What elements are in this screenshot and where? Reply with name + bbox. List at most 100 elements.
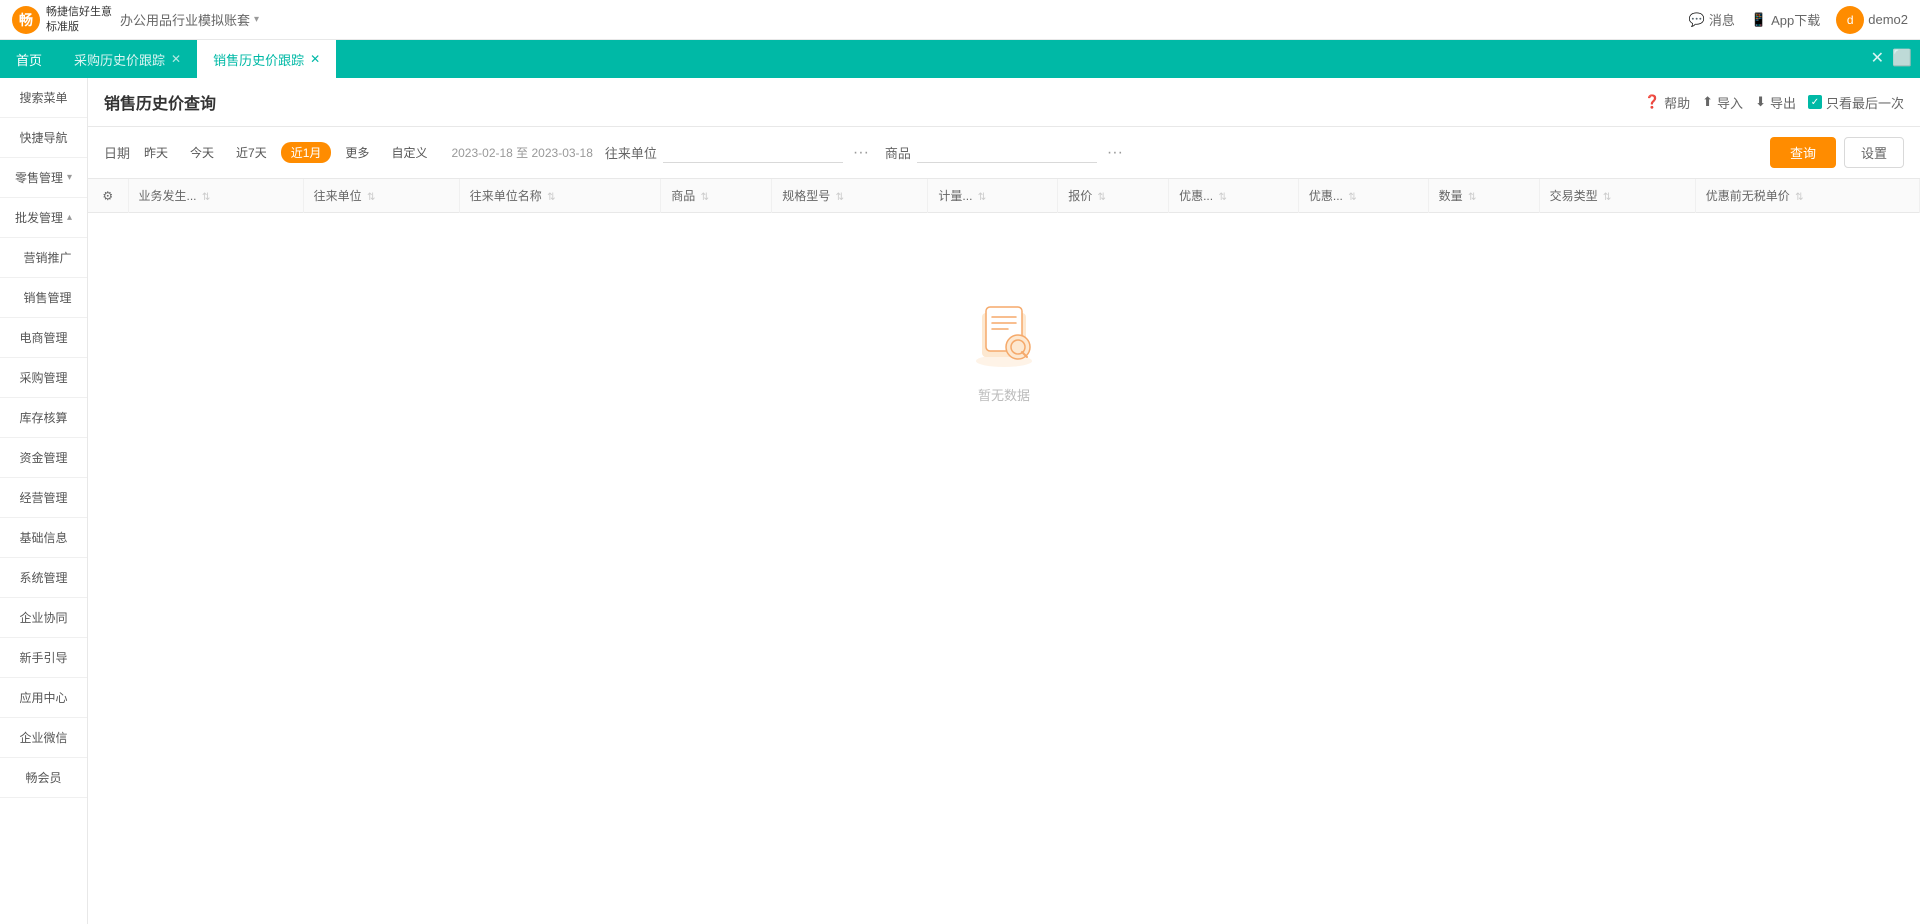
sort-icon: ⇅ <box>547 192 555 203</box>
col-unit[interactable]: 计量... ⇅ <box>928 179 1058 213</box>
query-button[interactable]: 查询 <box>1770 137 1836 168</box>
date-btn-more[interactable]: 更多 <box>337 142 377 163</box>
col-trade-type[interactable]: 交易类型 ⇅ <box>1539 179 1695 213</box>
sidebar-item-capital[interactable]: 资金管理 <box>0 438 87 478</box>
tab-home[interactable]: 首页 <box>0 40 58 78</box>
import-btn[interactable]: ⬆ 导入 <box>1702 93 1743 112</box>
logo-icon: 畅 <box>12 6 40 34</box>
close-tab-btn[interactable]: ✕ <box>1871 51 1884 67</box>
export-btn[interactable]: ⬇ 导出 <box>1755 93 1796 112</box>
sidebar-item-enterprise-wechat[interactable]: 企业微信 <box>0 718 87 758</box>
message-action[interactable]: 💬 消息 <box>1689 10 1735 29</box>
sort-icon: ⇅ <box>701 192 709 203</box>
sort-icon: ⇅ <box>1218 192 1226 203</box>
checkbox-checked-icon: ✓ <box>1808 95 1822 109</box>
partner-input[interactable] <box>663 143 843 163</box>
date-btn-1month[interactable]: 近1月 <box>281 142 332 163</box>
top-bar-right: 💬 消息 📱 App下载 d demo2 <box>1689 6 1908 34</box>
page-title: 销售历史价查询 <box>104 90 216 114</box>
sidebar-item-system[interactable]: 系统管理 <box>0 558 87 598</box>
empty-icon <box>964 293 1044 373</box>
date-btn-yesterday[interactable]: 昨天 <box>136 142 176 163</box>
settings-button[interactable]: 设置 <box>1844 137 1904 168</box>
sidebar-item-quick-nav[interactable]: 快捷导航 <box>0 118 87 158</box>
sidebar-item-inventory[interactable]: 库存核算 <box>0 398 87 438</box>
sidebar-item-member[interactable]: 畅会员 <box>0 758 87 798</box>
col-gear[interactable]: ⚙ <box>88 179 128 213</box>
help-btn[interactable]: ❓ 帮助 <box>1644 93 1690 112</box>
product-dots[interactable]: ··· <box>1103 144 1127 162</box>
product-filter-group: 商品 ··· <box>885 143 1127 163</box>
empty-text: 暂无数据 <box>978 385 1030 404</box>
sidebar-item-retail-mgmt[interactable]: 零售管理 ▾ <box>0 158 87 198</box>
table-container: ⚙ 业务发生... ⇅ 往来单位 ⇅ 往来单位名称 ⇅ <box>88 179 1920 924</box>
sort-icon: ⇅ <box>1603 192 1611 203</box>
page-header: 销售历史价查询 ❓ 帮助 ⬆ 导入 ⬇ 导出 ✓ <box>88 78 1920 127</box>
sidebar-item-ecommerce[interactable]: 电商管理 <box>0 318 87 358</box>
top-bar: 畅 畅捷信好生意 标准版 办公用品行业模拟账套 ▾ 💬 消息 📱 App下载 d… <box>0 0 1920 40</box>
tab-bar-actions: ✕ ⬜ <box>1871 51 1920 67</box>
partner-filter-group: 往来单位 ··· <box>605 143 873 163</box>
gear-icon: ⚙ <box>102 189 113 203</box>
col-spec[interactable]: 规格型号 ⇅ <box>772 179 928 213</box>
sort-icon: ⇅ <box>367 192 375 203</box>
date-filter-group: 日期 昨天 今天 近7天 近1月 更多 自定义 <box>104 142 435 163</box>
tab-sales-history[interactable]: 销售历史价跟踪 ✕ <box>197 40 336 78</box>
chevron-down-icon: ▾ <box>254 14 259 25</box>
sidebar-item-wholesale-mgmt[interactable]: 批发管理 ▴ <box>0 198 87 238</box>
col-discount1[interactable]: 优惠... ⇅ <box>1169 179 1299 213</box>
chevron-up-icon: ▴ <box>67 212 72 223</box>
sort-icon: ⇅ <box>1348 192 1356 203</box>
sort-icon: ⇅ <box>978 192 986 203</box>
top-bar-left: 畅 畅捷信好生意 标准版 办公用品行业模拟账套 ▾ <box>12 5 259 34</box>
only-last-checkbox-label[interactable]: ✓ 只看最后一次 <box>1808 93 1904 112</box>
sidebar-item-app-center[interactable]: 应用中心 <box>0 678 87 718</box>
col-partner-code[interactable]: 往来单位 ⇅ <box>303 179 459 213</box>
product-input[interactable] <box>917 143 1097 163</box>
date-btn-7days[interactable]: 近7天 <box>228 142 275 163</box>
chat-icon: 💬 <box>1689 12 1705 28</box>
export-icon: ⬇ <box>1755 94 1766 110</box>
sidebar-item-purchase[interactable]: 采购管理 <box>0 358 87 398</box>
col-quantity[interactable]: 数量 ⇅ <box>1428 179 1539 213</box>
tab-close-sales[interactable]: ✕ <box>310 53 320 65</box>
sort-icon: ⇅ <box>1795 192 1803 203</box>
sidebar-item-enterprise-collab[interactable]: 企业协同 <box>0 598 87 638</box>
sort-icon: ⇅ <box>1098 192 1106 203</box>
maximize-btn[interactable]: ⬜ <box>1892 51 1912 67</box>
col-product[interactable]: 商品 ⇅ <box>661 179 772 213</box>
sidebar-item-operations[interactable]: 经营管理 <box>0 478 87 518</box>
main-layout: 搜索菜单 快捷导航 零售管理 ▾ 批发管理 ▴ 营销推广 销售管理 电商管理 采… <box>0 78 1920 924</box>
col-discount2[interactable]: 优惠... ⇅ <box>1298 179 1428 213</box>
partner-dots[interactable]: ··· <box>849 144 873 162</box>
col-partner-name[interactable]: 往来单位名称 ⇅ <box>459 179 661 213</box>
avatar: d <box>1836 6 1864 34</box>
sort-icon: ⇅ <box>836 192 844 203</box>
tab-close-purchase[interactable]: ✕ <box>171 53 181 65</box>
app-icon: 📱 <box>1751 12 1767 28</box>
sidebar-item-basic-info[interactable]: 基础信息 <box>0 518 87 558</box>
app-title[interactable]: 办公用品行业模拟账套 ▾ <box>120 10 259 29</box>
sidebar-item-beginner[interactable]: 新手引导 <box>0 638 87 678</box>
logo-area: 畅 畅捷信好生意 标准版 <box>12 5 112 34</box>
col-pretax-price[interactable]: 优惠前无税单价 ⇅ <box>1695 179 1919 213</box>
sidebar-item-search-menu[interactable]: 搜索菜单 <box>0 78 87 118</box>
user-area[interactable]: d demo2 <box>1836 6 1908 34</box>
content-area: 销售历史价查询 ❓ 帮助 ⬆ 导入 ⬇ 导出 ✓ <box>88 78 1920 924</box>
date-btn-today[interactable]: 今天 <box>182 142 222 163</box>
date-btn-custom[interactable]: 自定义 <box>383 142 435 163</box>
sort-icon: ⇅ <box>202 192 210 203</box>
col-biz-date[interactable]: 业务发生... ⇅ <box>128 179 303 213</box>
sidebar-item-marketing[interactable]: 营销推广 <box>0 238 87 278</box>
tab-purchase-history[interactable]: 采购历史价跟踪 ✕ <box>58 40 197 78</box>
chevron-down-icon: ▾ <box>67 172 72 183</box>
date-range-text: 2023-02-18 至 2023-03-18 <box>451 144 592 161</box>
date-range-group: 2023-02-18 至 2023-03-18 <box>447 144 592 161</box>
import-icon: ⬆ <box>1702 94 1713 110</box>
col-quote[interactable]: 报价 ⇅ <box>1058 179 1169 213</box>
app-download-action[interactable]: 📱 App下载 <box>1751 10 1820 29</box>
sidebar-item-sales-mgmt[interactable]: 销售管理 <box>0 278 87 318</box>
empty-state: 暂无数据 <box>88 213 1920 484</box>
table-header-row: ⚙ 业务发生... ⇅ 往来单位 ⇅ 往来单位名称 ⇅ <box>88 179 1920 213</box>
logo-text: 畅捷信好生意 标准版 <box>46 5 112 34</box>
